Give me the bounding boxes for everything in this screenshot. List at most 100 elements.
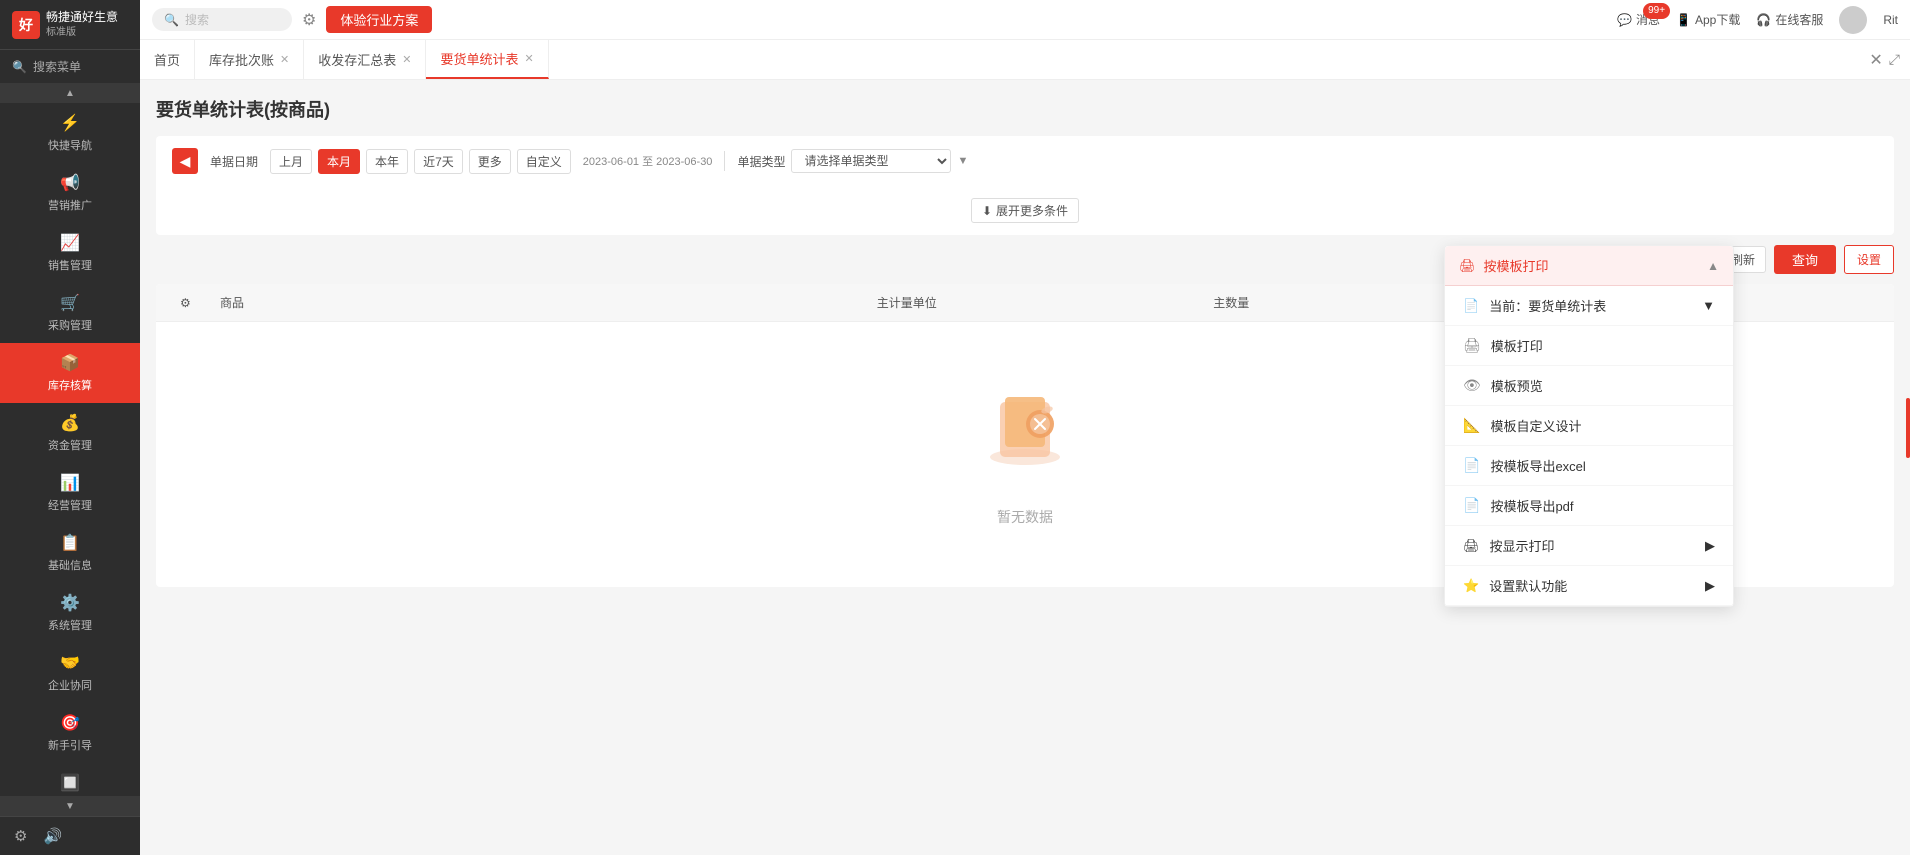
page-content: 要货单统计表(按商品) ◀ 单据日期 上月 本月 本年 近7天 更多 自定义 2… — [140, 80, 1910, 855]
sidebar-item-guide[interactable]: 🎯 新手引导 — [0, 703, 140, 763]
export-excel-icon: 📄 — [1463, 457, 1480, 474]
dropdown-item-export-excel[interactable]: 📄 按模板导出excel — [1445, 446, 1733, 486]
print-dropdown-panel: 🖨 按模板打印 ▲ 📄 当前：要货单统计表 ▼ 🖨 — [1444, 245, 1734, 607]
tab-batch-ledger[interactable]: 库存批次账 ✕ — [195, 40, 304, 79]
tabbar-actions: ✕ ⤢ — [1859, 40, 1910, 79]
filter-expand-button[interactable]: ◀ — [172, 148, 198, 174]
dropdown-item-display-print[interactable]: 🖨 按显示打印 ▶ — [1445, 526, 1733, 566]
default-func-arrow: ▶ — [1705, 578, 1715, 594]
tabbar-close-all[interactable]: ✕ — [1869, 50, 1882, 70]
th-product: 商品 — [212, 284, 869, 321]
dropdown-current-template[interactable]: 📄 当前：要货单统计表 ▼ — [1445, 286, 1733, 326]
empty-state-text: 暂无数据 — [997, 507, 1053, 527]
sidebar-item-marketing[interactable]: 📢 营销推广 — [0, 163, 140, 223]
tab-close-order-stats[interactable]: ✕ — [525, 52, 534, 65]
export-pdf-icon: 📄 — [1463, 497, 1480, 514]
tabbar-expand[interactable]: ⤢ — [1889, 51, 1900, 68]
date-button-group: 上月 本月 本年 近7天 更多 自定义 — [270, 149, 571, 174]
dropdown-item-template-print[interactable]: 🖨 模板打印 — [1445, 326, 1733, 366]
dropdown-item-default-func[interactable]: ⭐ 设置默认功能 ▶ — [1445, 566, 1733, 606]
filter-divider — [724, 151, 725, 171]
sidebar-item-system[interactable]: ⚙️ 系统管理 — [0, 583, 140, 643]
order-type-select[interactable]: 请选择单据类型 — [791, 149, 951, 173]
app-download-icon: 📱 — [1676, 13, 1691, 27]
sidebar-item-sales[interactable]: 📈 销售管理 — [0, 223, 140, 283]
main-area: 🔍 搜索 ⚙ 体验行业方案 💬 消息 99+ 📱 App下载 🎧 在线客服 Ri… — [140, 0, 1910, 855]
sidebar-item-inventory[interactable]: 📦 库存核算 — [0, 343, 140, 403]
date-btn-7days[interactable]: 近7天 — [414, 149, 463, 174]
topbar-online-service[interactable]: 🎧 在线客服 — [1756, 11, 1823, 28]
app-logo-icon: 好 — [12, 11, 40, 39]
sidebar-item-quick-nav[interactable]: ⚡ 快捷导航 — [0, 103, 140, 163]
sidebar-item-collab[interactable]: 🤝 企业协同 — [0, 643, 140, 703]
tab-home[interactable]: 首页 — [140, 40, 195, 79]
template-icon: 📄 — [1463, 298, 1479, 314]
basic-icon: 📋 — [60, 533, 80, 553]
quick-nav-icon: ⚡ — [60, 113, 80, 133]
topbar-gear-icon[interactable]: ⚙ — [302, 10, 316, 30]
topbar-right: 💬 消息 99+ 📱 App下载 🎧 在线客服 Rit — [1617, 6, 1898, 34]
topbar: 🔍 搜索 ⚙ 体验行业方案 💬 消息 99+ 📱 App下载 🎧 在线客服 Ri… — [140, 0, 1910, 40]
app-logo-text: 畅捷通好生意 标准版 — [46, 10, 118, 39]
topbar-search-icon: 🔍 — [164, 13, 179, 27]
dropdown-item-template-preview[interactable]: 👁 模板预览 — [1445, 366, 1733, 406]
date-btn-this-month[interactable]: 本月 — [318, 149, 360, 174]
dropdown-item-template-design[interactable]: 📐 模板自定义设计 — [1445, 406, 1733, 446]
template-print-icon: 🖨 — [1463, 337, 1481, 354]
th-settings[interactable]: ⚙ — [172, 286, 212, 320]
filter-bar: ◀ 单据日期 上月 本月 本年 近7天 更多 自定义 2023-06-01 至 … — [156, 136, 1894, 235]
display-print-icon: 🖨 — [1463, 538, 1480, 554]
page-title: 要货单统计表(按商品) — [156, 96, 1894, 122]
purchase-icon: 🛒 — [60, 293, 80, 313]
th-unit: 主计量单位 — [869, 284, 1205, 321]
tab-order-stats[interactable]: 要货单统计表 ✕ — [426, 40, 548, 79]
toolbar: 🖨 按模板打印 ▲ ··· ↑ 导出 ↺ 刷新 查询 设置 🖨 按模板打印 — [156, 245, 1894, 274]
default-func-icon: ⭐ — [1463, 578, 1479, 594]
dropdown-item-export-pdf[interactable]: 📄 按模板导出pdf — [1445, 486, 1733, 526]
date-btn-last-month[interactable]: 上月 — [270, 149, 312, 174]
date-btn-custom[interactable]: 自定义 — [517, 149, 571, 174]
setting-button[interactable]: 设置 — [1844, 245, 1894, 274]
topbar-app-download[interactable]: 📱 App下载 — [1676, 11, 1740, 28]
marketing-icon: 📢 — [60, 173, 80, 193]
date-range-display: 2023-06-01 至 2023-06-30 — [583, 153, 713, 169]
tab-close-batch-ledger[interactable]: ✕ — [280, 53, 289, 66]
sidebar-logo: 好 畅捷通好生意 标准版 — [0, 0, 140, 50]
settings-icon[interactable]: ⚙ — [14, 827, 27, 845]
operations-icon: 📊 — [60, 473, 80, 493]
scroll-indicator[interactable] — [1906, 398, 1910, 458]
expand-more-icon: ⬇ — [982, 204, 992, 218]
sound-icon[interactable]: 🔊 — [43, 827, 62, 845]
user-avatar[interactable] — [1839, 6, 1867, 34]
query-button[interactable]: 查询 — [1774, 245, 1836, 274]
sidebar-nav: ⚡ 快捷导航 📢 营销推广 📈 销售管理 🛒 采购管理 📦 库存核算 💰 资金管… — [0, 103, 140, 796]
dropdown-print-icon: 🖨 — [1459, 258, 1476, 274]
date-btn-this-year[interactable]: 本年 — [366, 149, 408, 174]
empty-state-icon — [975, 382, 1075, 491]
search-icon: 🔍 — [12, 60, 27, 74]
topbar-message[interactable]: 💬 消息 99+ — [1617, 11, 1660, 28]
sidebar-item-basic[interactable]: 📋 基础信息 — [0, 523, 140, 583]
topbar-search[interactable]: 🔍 搜索 — [152, 8, 292, 31]
sidebar-item-operations[interactable]: 📊 经营管理 — [0, 463, 140, 523]
trial-button[interactable]: 体验行业方案 — [326, 6, 432, 33]
app-center-icon: 🔲 — [60, 773, 80, 793]
username-label: Rit — [1883, 13, 1898, 27]
order-type-label: 单据类型 — [737, 153, 785, 170]
sidebar-item-finance[interactable]: 💰 资金管理 — [0, 403, 140, 463]
sidebar-item-purchase[interactable]: 🛒 采购管理 — [0, 283, 140, 343]
display-print-arrow: ▶ — [1705, 538, 1715, 554]
inventory-icon: 📦 — [60, 353, 80, 373]
sidebar-search[interactable]: 🔍 搜索菜单 — [0, 50, 140, 83]
sidebar-scroll-down[interactable]: ▼ — [0, 796, 140, 816]
expand-more-button[interactable]: ⬇ 展开更多条件 — [971, 198, 1079, 223]
sidebar: 好 畅捷通好生意 标准版 🔍 搜索菜单 ▲ ⚡ 快捷导航 📢 营销推广 📈 销售… — [0, 0, 140, 855]
sales-icon: 📈 — [60, 233, 80, 253]
tab-close-collection-summary[interactable]: ✕ — [402, 53, 411, 66]
tabbar: 首页 库存批次账 ✕ 收发存汇总表 ✕ 要货单统计表 ✕ ✕ ⤢ — [140, 40, 1910, 80]
sidebar-item-app-center[interactable]: 🔲 应用中心 — [0, 763, 140, 796]
dropdown-collapse-icon[interactable]: ▲ — [1707, 259, 1719, 273]
date-btn-more[interactable]: 更多 — [469, 149, 511, 174]
tab-collection-summary[interactable]: 收发存汇总表 ✕ — [304, 40, 426, 79]
sidebar-scroll-up[interactable]: ▲ — [0, 83, 140, 103]
